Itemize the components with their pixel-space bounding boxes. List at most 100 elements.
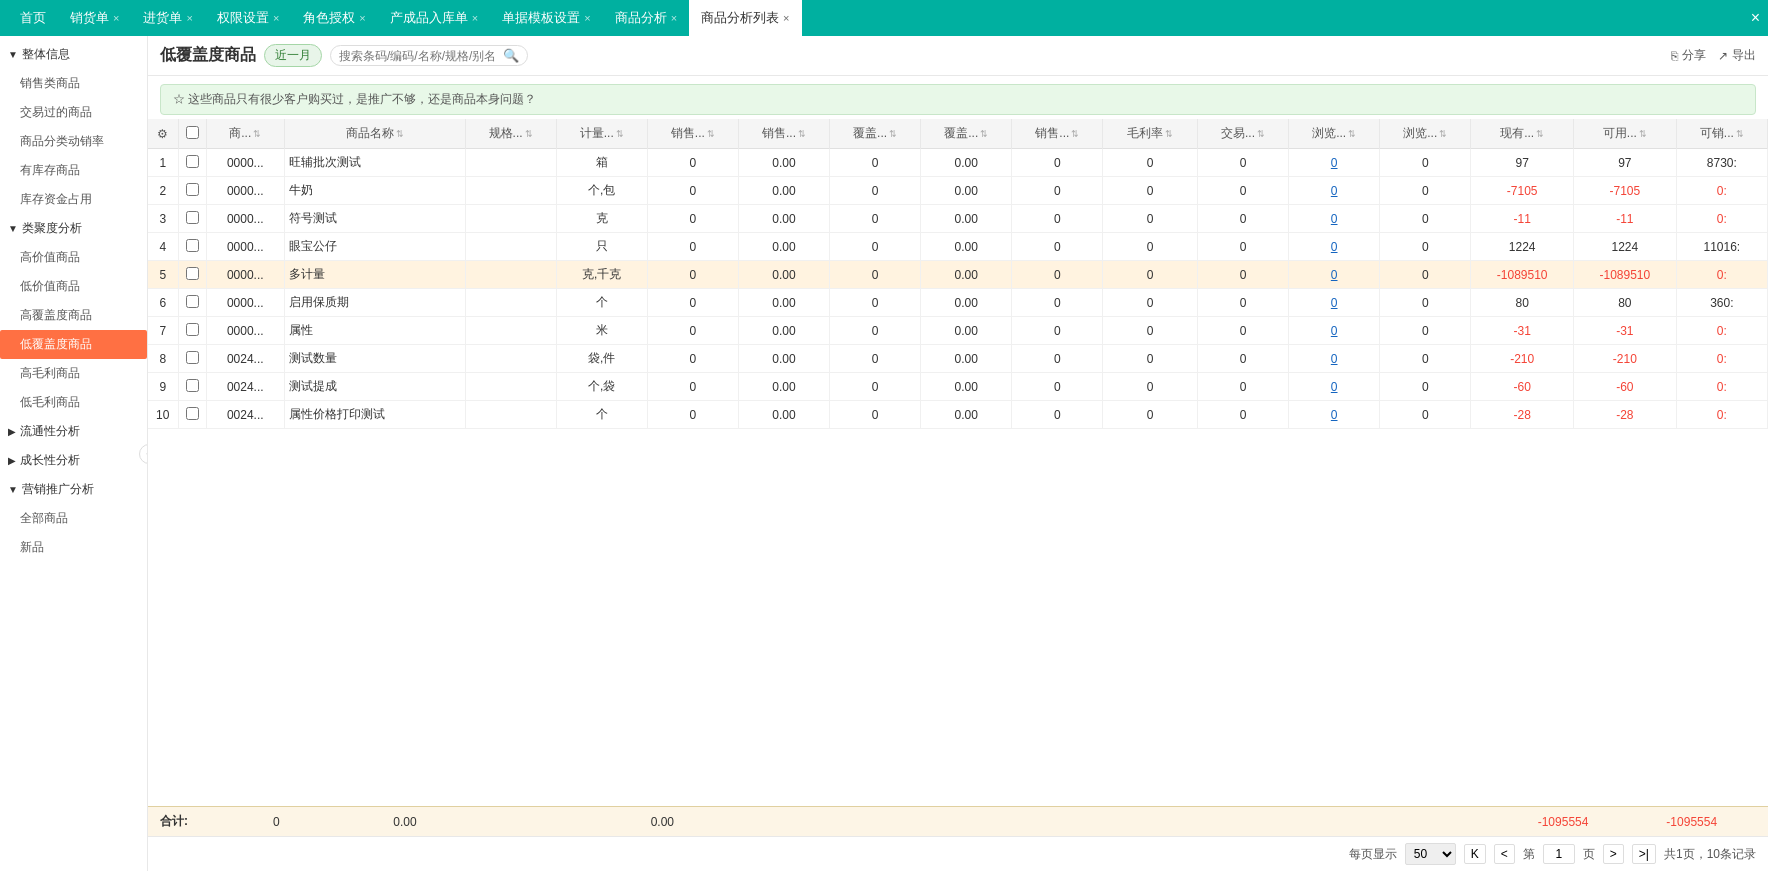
data-table-wrapper[interactable]: ⚙ 商...⇅ 商品名称⇅ 规格...⇅ 计量...⇅ 销售...⇅ 销售...… — [148, 119, 1768, 806]
cell-view1[interactable]: 0 — [1289, 233, 1380, 261]
nav-tab-purchase[interactable]: 进货单 × — [131, 0, 204, 36]
col-view2[interactable]: 浏览...⇅ — [1380, 119, 1471, 149]
cell-checkbox[interactable] — [178, 317, 206, 345]
time-filter-button[interactable]: 近一月 — [264, 44, 322, 67]
cell-checkbox[interactable] — [178, 177, 206, 205]
cell-view1[interactable]: 0 — [1289, 289, 1380, 317]
nav-tab-sales[interactable]: 销货单 × — [58, 0, 131, 36]
row-checkbox[interactable] — [186, 183, 199, 196]
sidebar-item-new-goods[interactable]: 新品 — [0, 533, 147, 562]
close-icon[interactable]: × — [783, 12, 789, 24]
col-sales-qty[interactable]: 销售...⇅ — [647, 119, 738, 149]
cell-checkbox[interactable] — [178, 261, 206, 289]
cell-view1[interactable]: 0 — [1289, 149, 1380, 177]
close-icon[interactable]: × — [472, 12, 478, 24]
cell-checkbox[interactable] — [178, 205, 206, 233]
col-view1[interactable]: 浏览...⇅ — [1289, 119, 1380, 149]
sidebar-section-growth[interactable]: ▶ 成长性分析 — [0, 446, 147, 475]
nav-tab-goods-analysis[interactable]: 商品分析 × — [603, 0, 689, 36]
cell-sales-amt: 0.00 — [738, 261, 829, 289]
cell-view1[interactable]: 0 — [1289, 345, 1380, 373]
col-spec[interactable]: 规格...⇅ — [465, 119, 556, 149]
close-icon[interactable]: × — [273, 12, 279, 24]
row-checkbox[interactable] — [186, 351, 199, 364]
sidebar-section-marketing[interactable]: ▼ 营销推广分析 — [0, 475, 147, 504]
col-checkbox[interactable] — [178, 119, 206, 149]
cell-view1[interactable]: 0 — [1289, 317, 1380, 345]
row-checkbox[interactable] — [186, 295, 199, 308]
prev-page-button[interactable]: < — [1494, 844, 1515, 864]
sidebar-item-traded-goods[interactable]: 交易过的商品 — [0, 98, 147, 127]
sidebar-item-high-value[interactable]: 高价值商品 — [0, 243, 147, 272]
cell-checkbox[interactable] — [178, 233, 206, 261]
first-page-button[interactable]: K — [1464, 844, 1486, 864]
col-stock1[interactable]: 现有...⇅ — [1471, 119, 1574, 149]
sidebar-item-stocked-goods[interactable]: 有库存商品 — [0, 156, 147, 185]
row-checkbox[interactable] — [186, 267, 199, 280]
close-icon[interactable]: × — [359, 12, 365, 24]
sidebar-item-category-rate[interactable]: 商品分类动销率 — [0, 127, 147, 156]
col-stock2[interactable]: 可用...⇅ — [1574, 119, 1677, 149]
cell-view1[interactable]: 0 — [1289, 177, 1380, 205]
row-checkbox[interactable] — [186, 323, 199, 336]
close-icon[interactable]: × — [671, 12, 677, 24]
col-stock3[interactable]: 可销...⇅ — [1676, 119, 1767, 149]
nav-tab-permission[interactable]: 权限设置 × — [205, 0, 291, 36]
page-number-input[interactable] — [1543, 844, 1575, 864]
row-checkbox[interactable] — [186, 211, 199, 224]
cell-view1[interactable]: 0 — [1289, 373, 1380, 401]
sidebar-item-low-value[interactable]: 低价值商品 — [0, 272, 147, 301]
col-sales-amt[interactable]: 销售...⇅ — [738, 119, 829, 149]
cell-view1[interactable]: 0 — [1289, 261, 1380, 289]
col-code[interactable]: 商...⇅ — [206, 119, 285, 149]
cell-checkbox[interactable] — [178, 149, 206, 177]
row-checkbox[interactable] — [186, 155, 199, 168]
close-icon[interactable]: × — [113, 12, 119, 24]
last-page-button[interactable]: >| — [1632, 844, 1656, 864]
cell-stock3: 0: — [1676, 205, 1767, 233]
col-gross[interactable]: 毛利率⇅ — [1103, 119, 1198, 149]
row-checkbox[interactable] — [186, 379, 199, 392]
nav-tab-goods-analysis-list[interactable]: 商品分析列表 × — [689, 0, 801, 36]
col-settings[interactable]: ⚙ — [148, 119, 178, 149]
cell-checkbox[interactable] — [178, 373, 206, 401]
row-checkbox[interactable] — [186, 407, 199, 420]
sidebar-section-cluster[interactable]: ▼ 类聚度分析 — [0, 214, 147, 243]
sidebar-item-low-coverage[interactable]: 低覆盖度商品 — [0, 330, 147, 359]
col-unit[interactable]: 计量...⇅ — [556, 119, 647, 149]
sidebar-section-overall[interactable]: ▼ 整体信息 — [0, 40, 147, 69]
close-all-button[interactable]: × — [1751, 9, 1760, 27]
share-button[interactable]: ⎘ 分享 — [1671, 47, 1706, 64]
col-trade[interactable]: 交易...⇅ — [1197, 119, 1288, 149]
cell-view1[interactable]: 0 — [1289, 401, 1380, 429]
close-icon[interactable]: × — [584, 12, 590, 24]
sidebar-item-high-margin[interactable]: 高毛利商品 — [0, 359, 147, 388]
close-icon[interactable]: × — [186, 12, 192, 24]
nav-tab-home[interactable]: 首页 — [8, 0, 58, 36]
sidebar-item-high-coverage[interactable]: 高覆盖度商品 — [0, 301, 147, 330]
row-checkbox[interactable] — [186, 239, 199, 252]
col-name[interactable]: 商品名称⇅ — [285, 119, 466, 149]
cell-trade: 0 — [1197, 149, 1288, 177]
col-cov1[interactable]: 覆盖...⇅ — [830, 119, 921, 149]
sidebar-item-sales-goods[interactable]: 销售类商品 — [0, 69, 147, 98]
search-input[interactable] — [339, 49, 499, 63]
nav-tab-template[interactable]: 单据模板设置 × — [490, 0, 602, 36]
next-page-button[interactable]: > — [1603, 844, 1624, 864]
search-icon[interactable]: 🔍 — [503, 48, 519, 63]
sidebar-item-low-margin[interactable]: 低毛利商品 — [0, 388, 147, 417]
col-cov2[interactable]: 覆盖...⇅ — [921, 119, 1012, 149]
cell-checkbox[interactable] — [178, 401, 206, 429]
col-sales2[interactable]: 销售...⇅ — [1012, 119, 1103, 149]
cell-checkbox[interactable] — [178, 289, 206, 317]
sidebar-section-circulation[interactable]: ▶ 流通性分析 — [0, 417, 147, 446]
cell-checkbox[interactable] — [178, 345, 206, 373]
select-all-checkbox[interactable] — [186, 126, 199, 139]
page-size-select[interactable]: 50 20 100 — [1405, 843, 1456, 865]
export-button[interactable]: ↗ 导出 — [1718, 47, 1756, 64]
nav-tab-product-storage[interactable]: 产成品入库单 × — [378, 0, 490, 36]
cell-view1[interactable]: 0 — [1289, 205, 1380, 233]
nav-tab-role[interactable]: 角色授权 × — [291, 0, 377, 36]
sidebar-item-inventory-capital[interactable]: 库存资金占用 — [0, 185, 147, 214]
sidebar-item-all-goods[interactable]: 全部商品 — [0, 504, 147, 533]
